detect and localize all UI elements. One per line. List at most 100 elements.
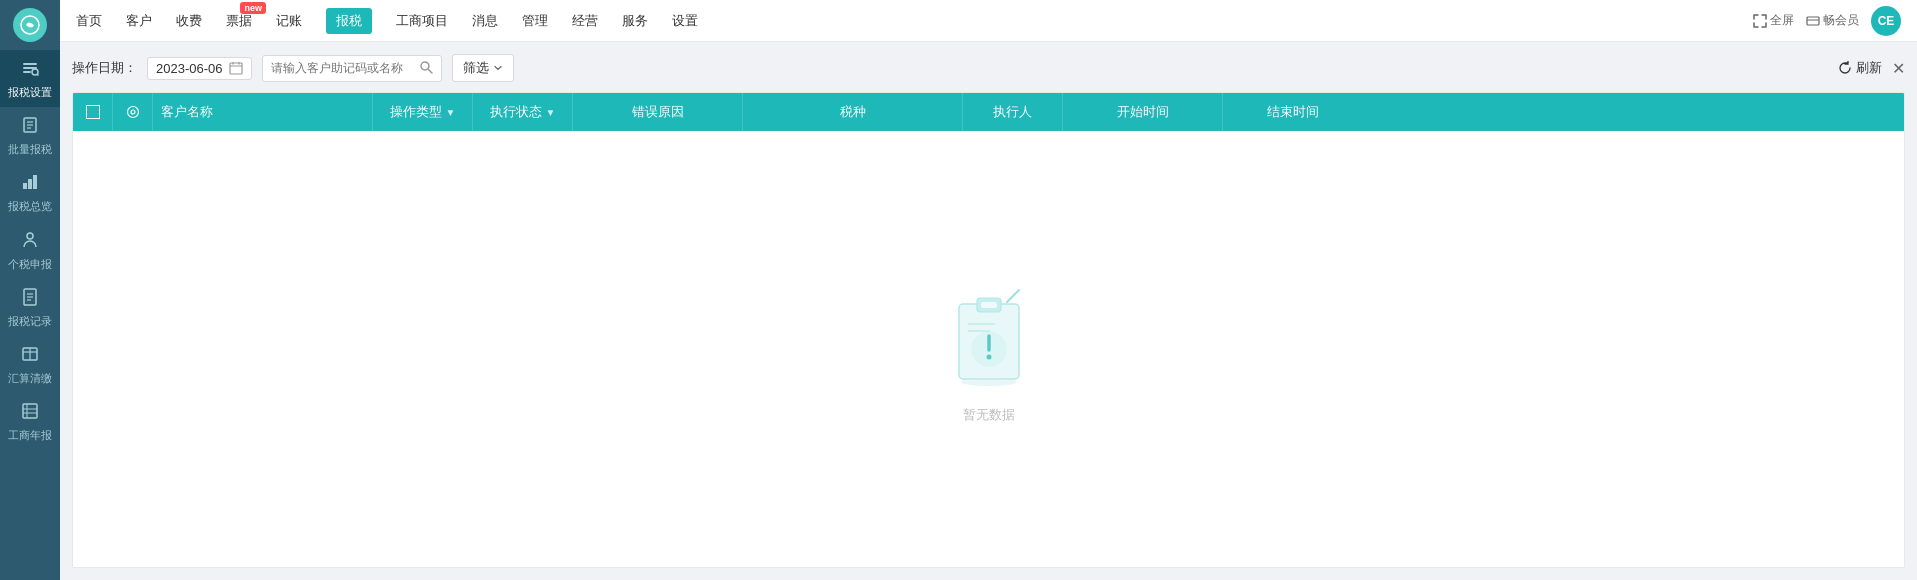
sidebar-item-gongshang-nianbao[interactable]: 工商年报 [0, 393, 60, 450]
filter-button[interactable]: 筛选 [452, 54, 514, 82]
chevron-down-icon [493, 63, 503, 73]
record-icon [20, 287, 40, 312]
svg-rect-9 [23, 183, 27, 189]
nav-xiaoxi[interactable]: 消息 [472, 8, 498, 34]
svg-rect-26 [230, 63, 242, 74]
sidebar-item-piliang-baoshui[interactable]: 批量报税 [0, 107, 60, 164]
svg-rect-11 [33, 175, 37, 189]
main-area: 首页 客户 收费 票据 new 记账 报税 工商项目 消息 管理 经营 服务 设… [60, 0, 1917, 580]
top-navigation: 首页 客户 收费 票据 new 记账 报税 工商项目 消息 管理 经营 服务 设… [60, 0, 1917, 42]
sidebar-item-baoshui-jilu[interactable]: 报税记录 [0, 279, 60, 336]
svg-line-4 [37, 74, 38, 75]
th-executor: 执行人 [963, 93, 1063, 131]
svg-point-12 [27, 233, 33, 239]
refresh-label: 刷新 [1856, 59, 1882, 77]
nav-jingying[interactable]: 经营 [572, 8, 598, 34]
close-button[interactable]: ✕ [1892, 59, 1905, 78]
nav-gongshang[interactable]: 工商项目 [396, 8, 448, 34]
search-button[interactable] [411, 56, 441, 81]
sidebar-logo [0, 0, 60, 50]
date-picker[interactable]: 2023-06-06 [147, 57, 252, 80]
sidebar-label-baoshui-zonglanjun: 报税总览 [8, 200, 52, 213]
svg-point-30 [421, 62, 429, 70]
sidebar-item-baoshui-zonglanjun[interactable]: 报税总览 [0, 164, 60, 221]
svg-point-44 [961, 378, 1017, 386]
fullscreen-icon [1753, 14, 1767, 28]
vip-btn[interactable]: 畅会员 [1806, 12, 1859, 29]
th-exec-status: 执行状态 ▼ [473, 93, 573, 131]
date-label: 操作日期： [72, 59, 137, 77]
refresh-button[interactable]: 刷新 [1838, 59, 1882, 77]
sidebar-label-baoshui-shezhi: 报税设置 [8, 86, 52, 99]
nav-home[interactable]: 首页 [76, 8, 102, 34]
svg-line-31 [428, 69, 432, 73]
fullscreen-label: 全屏 [1770, 12, 1794, 29]
table-header: 客户名称 操作类型 ▼ 执行状态 ▼ 错误原因 税种 执行人 [73, 93, 1904, 131]
toolbar: 操作日期： 2023-06-06 [72, 54, 1905, 82]
nav-right: 全屏 畅会员 CE [1753, 6, 1901, 36]
person-tax-icon [20, 230, 40, 255]
nav-jizhang[interactable]: 记账 [276, 8, 302, 34]
fullscreen-btn[interactable]: 全屏 [1753, 12, 1794, 29]
svg-rect-24 [1807, 17, 1819, 25]
column-settings-icon[interactable] [126, 105, 140, 119]
search-box[interactable] [262, 55, 442, 82]
sort-icon-operation: ▼ [446, 107, 456, 118]
page-content: 操作日期： 2023-06-06 [60, 42, 1917, 580]
empty-illustration [939, 274, 1039, 394]
user-avatar[interactable]: CE [1871, 6, 1901, 36]
th-checkbox[interactable] [73, 93, 113, 131]
nav-items: 首页 客户 收费 票据 new 记账 报税 工商项目 消息 管理 经营 服务 设… [76, 8, 1753, 34]
th-customer-name: 客户名称 [153, 93, 373, 131]
vip-label: 畅会员 [1823, 12, 1859, 29]
svg-point-39 [986, 355, 991, 360]
sidebar-label-huisuan-jiaona: 汇算清缴 [8, 372, 52, 385]
svg-point-3 [32, 69, 38, 75]
sidebar-item-baoshui-shezhi[interactable]: 报税设置 [0, 50, 60, 107]
nav-customer[interactable]: 客户 [126, 8, 152, 34]
sidebar-label-baoshui-jilu: 报税记录 [8, 315, 52, 328]
nav-shezhi[interactable]: 设置 [672, 8, 698, 34]
th-start-time: 开始时间 [1063, 93, 1223, 131]
vip-icon [1806, 14, 1820, 28]
svg-rect-36 [981, 302, 997, 308]
data-table: 客户名称 操作类型 ▼ 执行状态 ▼ 错误原因 税种 执行人 [72, 92, 1905, 568]
search-input[interactable] [263, 57, 411, 79]
sidebar-label-gongshang-nianbao: 工商年报 [8, 429, 52, 442]
svg-rect-2 [23, 71, 31, 73]
settings-icon [20, 58, 40, 83]
nav-guanli[interactable]: 管理 [522, 8, 548, 34]
refresh-icon [1838, 61, 1852, 75]
batch-tax-icon [20, 115, 40, 140]
svg-rect-20 [23, 404, 37, 418]
calendar-icon [229, 61, 243, 75]
select-all-checkbox[interactable] [86, 105, 100, 119]
svg-rect-0 [23, 63, 37, 65]
nav-baoshui[interactable]: 报税 [326, 8, 372, 34]
svg-point-33 [127, 107, 138, 118]
th-settings [113, 93, 153, 131]
annual-report-icon [20, 401, 40, 426]
search-icon [419, 60, 433, 74]
sort-icon-status: ▼ [546, 107, 556, 118]
empty-state-text: 暂无数据 [963, 406, 1015, 424]
app-logo [13, 8, 47, 42]
filter-label: 筛选 [463, 59, 489, 77]
nav-shoufei[interactable]: 收费 [176, 8, 202, 34]
sidebar-label-geshuishenbao: 个税申报 [8, 258, 52, 271]
svg-rect-10 [28, 179, 32, 189]
sidebar-item-huisuan-jiaona[interactable]: 汇算清缴 [0, 336, 60, 393]
table-body: 暂无数据 [73, 131, 1904, 567]
nav-fapiao[interactable]: 票据 new [226, 8, 252, 34]
settlement-icon [20, 344, 40, 369]
sidebar-item-geshuishenbao[interactable]: 个税申报 [0, 222, 60, 279]
svg-point-32 [131, 110, 135, 114]
date-value: 2023-06-06 [156, 61, 223, 76]
new-badge: new [240, 2, 266, 14]
nav-fuwu[interactable]: 服务 [622, 8, 648, 34]
th-end-time: 结束时间 [1223, 93, 1363, 131]
th-operation-type: 操作类型 ▼ [373, 93, 473, 131]
sidebar-label-piliang-baoshui: 批量报税 [8, 143, 52, 156]
sidebar: 报税设置 批量报税 报税总览 [0, 0, 60, 580]
th-tax-type: 税种 [743, 93, 963, 131]
